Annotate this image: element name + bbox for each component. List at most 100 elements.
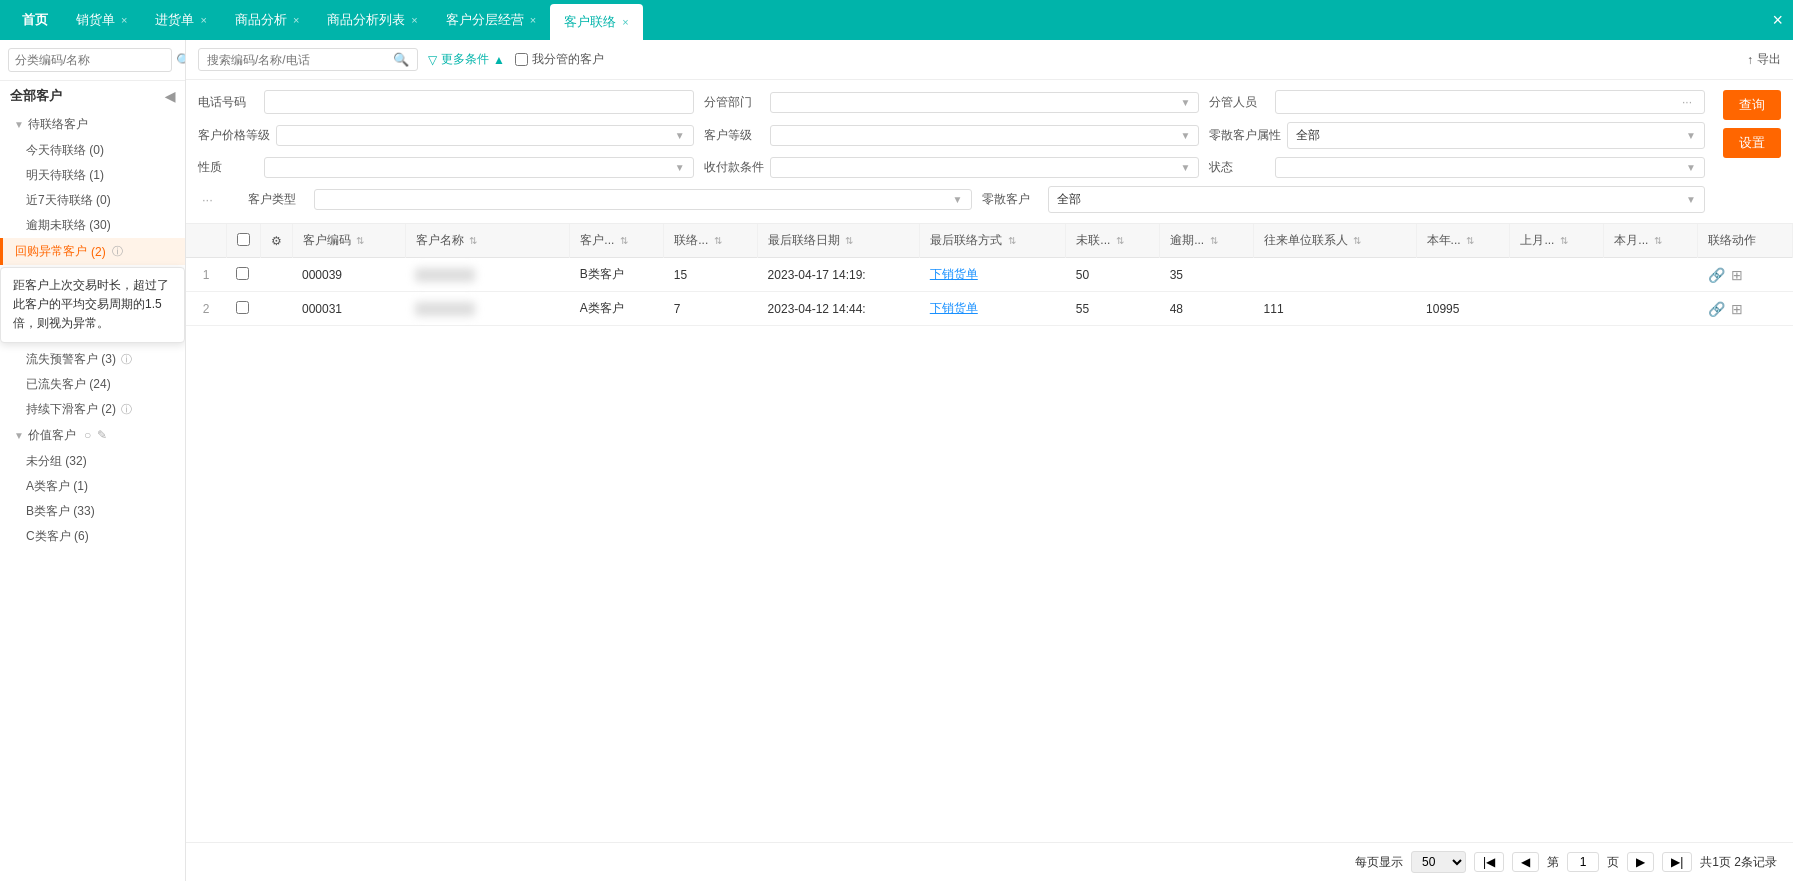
- close-product-analysis-list-tab[interactable]: ×: [411, 14, 417, 26]
- link-icon-1[interactable]: 🔗: [1708, 267, 1725, 283]
- first-page-btn[interactable]: |◀: [1474, 852, 1504, 872]
- prev-page-btn[interactable]: ◀: [1512, 852, 1539, 872]
- search-icon: 🔍: [393, 52, 409, 67]
- settings-button[interactable]: 设置: [1723, 128, 1781, 158]
- col-last-contact-date[interactable]: 最后联络日期 ⇅: [758, 224, 920, 258]
- export-button[interactable]: ↑ 导出: [1747, 51, 1781, 68]
- price-grade-label: 客户价格等级: [198, 127, 270, 144]
- nav-product-analysis-list[interactable]: 商品分析列表 ×: [313, 0, 431, 40]
- close-sales-tab[interactable]: ×: [121, 14, 127, 26]
- row-checkbox-1[interactable]: [226, 258, 260, 292]
- retail-customer-select[interactable]: 全部 ▼: [1048, 186, 1706, 213]
- nav-customer-contact[interactable]: 客户联络 ×: [550, 4, 642, 40]
- link-icon-2[interactable]: 🔗: [1708, 301, 1725, 317]
- grid-icon-1[interactable]: ⊞: [1731, 267, 1743, 283]
- sidebar-item-today[interactable]: 今天待联络 (0): [0, 138, 185, 163]
- filter-retail-attr: 零散客户属性 全部 ▼: [1209, 122, 1705, 149]
- dept-select[interactable]: ▼: [770, 92, 1200, 113]
- row-check-2[interactable]: [236, 301, 249, 314]
- sidebar-item-ungrouped[interactable]: 未分组 (32): [0, 449, 185, 474]
- grid-icon-2[interactable]: ⊞: [1731, 301, 1743, 317]
- sidebar-item-declining[interactable]: 持续下滑客户 (2) ⓘ: [0, 397, 185, 422]
- nav-customer-segment[interactable]: 客户分层经营 ×: [432, 0, 550, 40]
- row-lastmonth-1: [1510, 258, 1604, 292]
- pending-contact-title[interactable]: ▼ 待联络客户: [0, 111, 185, 138]
- last-page-btn[interactable]: ▶|: [1662, 852, 1692, 872]
- col-this-year[interactable]: 本年... ⇅: [1416, 224, 1510, 258]
- all-customers-title[interactable]: 全部客户 ◀: [0, 81, 185, 111]
- nav-sales[interactable]: 销货单 ×: [62, 0, 141, 40]
- col-customer-type[interactable]: 客户... ⇅: [570, 224, 664, 258]
- close-customer-segment-tab[interactable]: ×: [530, 14, 536, 26]
- my-customers-checkbox[interactable]: 我分管的客户: [515, 51, 604, 68]
- col-overdue[interactable]: 逾期... ⇅: [1160, 224, 1254, 258]
- close-customer-contact-tab[interactable]: ×: [622, 16, 628, 28]
- customer-type-arrow-icon: ▼: [953, 194, 963, 205]
- status-select[interactable]: ▼: [1275, 157, 1705, 178]
- row-index-1: 1: [186, 258, 226, 292]
- sidebar-item-repurchase-abnormal[interactable]: 回购异常客户 (2) ⓘ: [0, 238, 185, 265]
- manager-dots[interactable]: ···: [1678, 95, 1696, 109]
- filter-customer-type: 客户类型 ▼: [248, 189, 972, 210]
- manager-select[interactable]: ···: [1275, 90, 1705, 114]
- sidebar-item-7days[interactable]: 近7天待联络 (0): [0, 188, 185, 213]
- circle-icon: ○: [84, 428, 91, 442]
- main-search-input[interactable]: [207, 53, 389, 67]
- col-this-month[interactable]: 本月... ⇅: [1604, 224, 1698, 258]
- col-customer-code[interactable]: 客户编码 ⇅: [292, 224, 405, 258]
- more-filter-dots[interactable]: ···: [198, 192, 217, 207]
- row-settings-1: [260, 258, 292, 292]
- col-not-contacted[interactable]: 未联... ⇅: [1066, 224, 1160, 258]
- filter-payment: 收付款条件 ▼: [704, 157, 1200, 178]
- collapse-icon[interactable]: ◀: [165, 89, 175, 104]
- col-unit-contact[interactable]: 往来单位联系人 ⇅: [1254, 224, 1417, 258]
- payment-arrow-icon: ▼: [1180, 162, 1190, 173]
- per-page-select[interactable]: 10 20 50 100: [1411, 851, 1466, 873]
- phone-input[interactable]: [264, 90, 694, 114]
- arrow-icon: ▼: [14, 119, 24, 130]
- col-last-month[interactable]: 上月... ⇅: [1510, 224, 1604, 258]
- sidebar-item-b-class[interactable]: B类客户 (33): [0, 499, 185, 524]
- info-icon-2: ⓘ: [121, 353, 132, 365]
- arrow-icon-2: ▼: [14, 430, 24, 441]
- sidebar-item-overdue[interactable]: 逾期未联络 (30): [0, 213, 185, 238]
- edit-icon[interactable]: ✎: [97, 428, 107, 442]
- col-customer-name[interactable]: 客户名称 ⇅: [405, 224, 570, 258]
- col-contact[interactable]: 联络... ⇅: [664, 224, 758, 258]
- nav-home[interactable]: 首页: [8, 0, 62, 40]
- page-input[interactable]: [1567, 852, 1599, 872]
- sidebar-search-button[interactable]: 🔍: [176, 53, 186, 68]
- row-thisyear-1: [1416, 258, 1510, 292]
- sidebar-item-lost-preview[interactable]: 流失预警客户 (3) ⓘ: [0, 347, 185, 372]
- row-checkbox-2[interactable]: [226, 292, 260, 326]
- customer-grade-select[interactable]: ▼: [770, 125, 1200, 146]
- filter-buttons: 查询 设置: [1723, 90, 1781, 158]
- next-page-btn[interactable]: ▶: [1627, 852, 1654, 872]
- more-conditions-btn[interactable]: ▽ 更多条件 ▲: [428, 51, 505, 68]
- main-toolbar: 🔍 ▽ 更多条件 ▲ 我分管的客户 ↑ 导出: [186, 40, 1793, 80]
- value-customers-title[interactable]: ▼ 价值客户 ○ ✎: [0, 422, 185, 449]
- retail-attr-select[interactable]: 全部 ▼: [1287, 122, 1705, 149]
- row-method-1[interactable]: 下销货单: [920, 258, 1066, 292]
- row-check-1[interactable]: [236, 267, 249, 280]
- sidebar-search-input[interactable]: [8, 48, 172, 72]
- select-all-checkbox[interactable]: [237, 233, 250, 246]
- price-grade-select[interactable]: ▼: [276, 125, 694, 146]
- payment-select[interactable]: ▼: [770, 157, 1200, 178]
- sidebar-item-c-class[interactable]: C类客户 (6): [0, 524, 185, 549]
- sidebar-item-tomorrow[interactable]: 明天待联络 (1): [0, 163, 185, 188]
- query-button[interactable]: 查询: [1723, 90, 1781, 120]
- gender-select[interactable]: ▼: [264, 157, 694, 178]
- close-purchase-tab[interactable]: ×: [200, 14, 206, 26]
- sidebar-item-lost[interactable]: 已流失客户 (24): [0, 372, 185, 397]
- my-customers-check[interactable]: [515, 53, 528, 66]
- nav-purchase[interactable]: 进货单 ×: [141, 0, 220, 40]
- col-settings[interactable]: ⚙: [260, 224, 292, 258]
- close-all-tabs[interactable]: ×: [1772, 10, 1783, 31]
- col-last-contact-method[interactable]: 最后联络方式 ⇅: [920, 224, 1066, 258]
- nav-product-analysis[interactable]: 商品分析 ×: [221, 0, 313, 40]
- customer-type-select[interactable]: ▼: [314, 189, 972, 210]
- row-method-2[interactable]: 下销货单: [920, 292, 1066, 326]
- sidebar-item-a-class[interactable]: A类客户 (1): [0, 474, 185, 499]
- close-product-analysis-tab[interactable]: ×: [293, 14, 299, 26]
